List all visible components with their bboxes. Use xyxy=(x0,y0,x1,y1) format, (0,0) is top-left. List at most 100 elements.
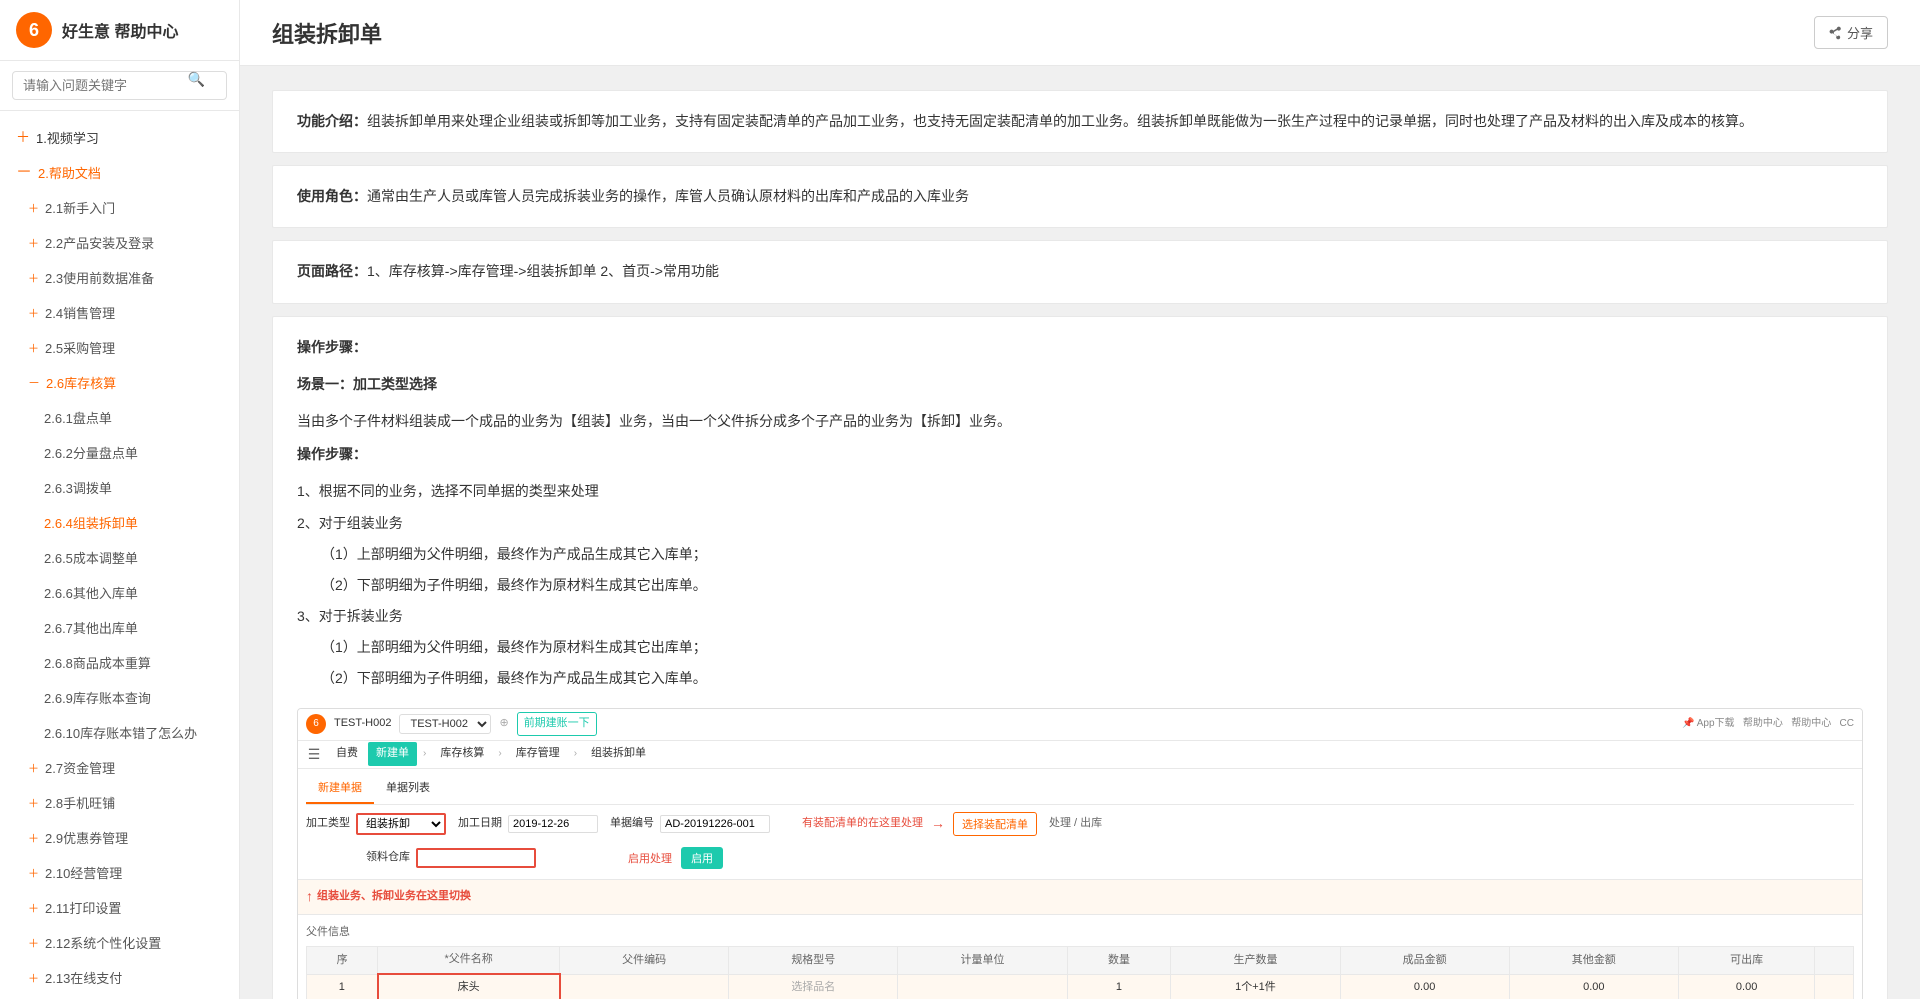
col-other-amt: 其他金额 xyxy=(1509,947,1678,974)
col-spec: 规格型号 xyxy=(729,947,898,974)
brand-title: 好生意 帮助中心 xyxy=(62,18,178,42)
app-breadcrumb-sep2: › xyxy=(498,745,501,763)
expand-icon: ＋ xyxy=(28,795,39,811)
sidebar-item-docs-211[interactable]: ＋ 2.11打印设置 xyxy=(0,890,239,925)
path-card: 页面路径：1、库存核算->库存管理->组装拆卸单 2、首页->常用功能 xyxy=(272,240,1888,303)
step3-sub2: （2）下部明细为子件明细，最终作为产成品生成其它入库单。 xyxy=(297,666,1863,691)
app-enable-btn[interactable]: 启用 xyxy=(681,847,723,869)
sidebar-item-docs-23[interactable]: ＋ 2.3使用前数据准备 xyxy=(0,260,239,295)
share-button[interactable]: 分享 xyxy=(1814,16,1888,49)
app-upper-table-header: 父件信息 xyxy=(306,919,1854,947)
sidebar-item-docs-210[interactable]: ＋ 2.10经营管理 xyxy=(0,855,239,890)
sidebar-item-docs[interactable]: － 2.帮助文档 xyxy=(0,155,239,190)
sidebar-item-docs-21[interactable]: ＋ 2.1新手入门 xyxy=(0,190,239,225)
col-parent-name: *父件名称 xyxy=(378,947,560,974)
col-avail: 可出库 xyxy=(1678,947,1815,974)
app-bill-input[interactable] xyxy=(660,815,770,833)
sidebar-item-docs-22[interactable]: ＋ 2.2产品安装及登录 xyxy=(0,225,239,260)
search-icon[interactable]: 🔍 xyxy=(188,71,205,88)
table-row: 1 床头 选择品名 1 1个+1件 0.00 0.00 0.00 xyxy=(307,974,1854,999)
step2: 2、对于组装业务 xyxy=(297,511,1863,536)
app-form-row2: 领料仓库 启用处理 启用 xyxy=(306,843,1854,874)
cell-prod-amt: 0.00 xyxy=(1340,974,1509,999)
sidebar-item-docs-28[interactable]: ＋ 2.8手机旺铺 xyxy=(0,785,239,820)
app-menu-assembly[interactable]: 组装拆卸单 xyxy=(583,742,654,766)
app-menu-inventory[interactable]: 库存核算 xyxy=(432,742,492,766)
ops-card: 操作步骤： 场景一：加工类型选择 当由多个子件材料组装成一个成品的业务为【组装】… xyxy=(272,316,1888,999)
sidebar: 6 好生意 帮助中心 🔍 ＋ 1.视频学习 － 2.帮助文档 ＋ 2.1新手入门… xyxy=(0,0,240,999)
sidebar-item-video[interactable]: ＋ 1.视频学习 xyxy=(0,119,239,155)
sidebar-item-docs-267[interactable]: 2.6.7其他出库单 xyxy=(0,610,239,645)
app-tab-list[interactable]: 单据列表 xyxy=(374,775,442,805)
sidebar-item-docs-264[interactable]: 2.6.4组装拆卸单 xyxy=(0,505,239,540)
expand-icon: ＋ xyxy=(28,760,39,776)
app-tabs: 新建单据 单据列表 xyxy=(306,775,1854,806)
app-menu-stock-mgmt[interactable]: 库存管理 xyxy=(508,742,568,766)
col-ops xyxy=(1815,947,1854,974)
sidebar-header: 6 好生意 帮助中心 xyxy=(0,0,239,61)
ops-label: 操作步骤： xyxy=(297,335,1863,360)
sidebar-item-docs-29[interactable]: ＋ 2.9优惠券管理 xyxy=(0,820,239,855)
expand-icon: ＋ xyxy=(28,900,39,916)
app-field-date: 加工日期 xyxy=(458,814,598,834)
cell-other-amt: 0.00 xyxy=(1509,974,1678,999)
app-type-label: 加工类型 xyxy=(306,814,350,834)
app-form-toolbar: 新建单据 单据列表 加工类型 组装拆卸 xyxy=(298,769,1862,881)
expand-icon: ＋ xyxy=(28,970,39,986)
app-menu-zifei[interactable]: 自费 xyxy=(328,742,366,766)
path-text: 1、库存核算->库存管理->组装拆卸单 2、首页->常用功能 xyxy=(367,263,719,279)
sidebar-item-docs-262[interactable]: 2.6.2分量盘点单 xyxy=(0,435,239,470)
sidebar-item-docs-27[interactable]: ＋ 2.7资金管理 xyxy=(0,750,239,785)
expand-icon: ＋ xyxy=(28,200,39,216)
sidebar-item-docs-268[interactable]: 2.6.8商品成本重算 xyxy=(0,645,239,680)
cell-seq: 1 xyxy=(307,974,378,999)
app-date-input[interactable] xyxy=(508,815,598,833)
col-seq: 序 xyxy=(307,947,378,974)
cell-spec: 选择品名 xyxy=(729,974,898,999)
app-warehouse-label: 领料仓库 xyxy=(366,848,410,868)
cell-unit xyxy=(898,974,1067,999)
app-company: TEST-H002 xyxy=(334,714,391,734)
col-qty: 数量 xyxy=(1067,947,1171,974)
sidebar-item-docs-263[interactable]: 2.6.3调拨单 xyxy=(0,470,239,505)
app-warehouse-input[interactable] xyxy=(416,848,536,868)
cell-avail: 0.00 xyxy=(1678,974,1815,999)
app-icon-row: 📌 App下载 帮助中心 帮助中心 CC xyxy=(1682,715,1854,733)
app-doc-btn[interactable]: 前期建账一下 xyxy=(517,712,597,736)
app-upper-table: 序 *父件名称 父件编码 规格型号 计量单位 数量 生产数量 成品金额 其他金额 xyxy=(306,946,1854,999)
annotation3-text: 启用处理 xyxy=(628,853,672,865)
sidebar-item-docs-25[interactable]: ＋ 2.5采购管理 xyxy=(0,330,239,365)
sidebar-item-docs-213[interactable]: ＋ 2.13在线支付 xyxy=(0,960,239,995)
cell-parent-code xyxy=(560,974,729,999)
sidebar-item-docs-214[interactable]: ＋ 2.14常见问题 xyxy=(0,995,239,999)
main-header: 组装拆卸单 分享 xyxy=(240,0,1920,66)
sidebar-item-docs-266[interactable]: 2.6.6其他入库单 xyxy=(0,575,239,610)
sidebar-item-docs-24[interactable]: ＋ 2.4销售管理 xyxy=(0,295,239,330)
app-type-annotation: ↑ 组装业务、拆卸业务在这里切换 xyxy=(298,880,1862,914)
cell-parent-name[interactable]: 床头 xyxy=(378,974,560,999)
scene1-label: 场景一：加工类型选择 xyxy=(297,372,1863,397)
app-field-type: 加工类型 组装拆卸 xyxy=(306,813,446,835)
app-company-dropdown[interactable]: TEST-H002 xyxy=(399,714,491,734)
app-date-label: 加工日期 xyxy=(458,814,502,834)
sidebar-item-docs-269[interactable]: 2.6.9库存账本查询 xyxy=(0,680,239,715)
sidebar-item-docs-265[interactable]: 2.6.5成本调整单 xyxy=(0,540,239,575)
step3: 3、对于拆装业务 xyxy=(297,604,1863,629)
app-nav-icon[interactable]: ☰ xyxy=(302,742,326,767)
app-type-select[interactable]: 组装拆卸 xyxy=(356,813,446,835)
app-form-row1: 加工类型 组装拆卸 加工日期 单据编号 xyxy=(306,805,1854,842)
app-tab-new[interactable]: 新建单据 xyxy=(306,775,374,805)
app-menu-new[interactable]: 新建单 xyxy=(368,742,417,766)
path-label: 页面路径： xyxy=(297,263,367,279)
sidebar-item-docs-212[interactable]: ＋ 2.12系统个性化设置 xyxy=(0,925,239,960)
app-bom-btn[interactable]: 选择装配清单 xyxy=(953,812,1037,836)
col-prod-qty: 生产数量 xyxy=(1171,947,1340,974)
col-unit: 计量单位 xyxy=(898,947,1067,974)
logo-icon: 6 xyxy=(16,12,52,48)
sidebar-item-docs-261[interactable]: 2.6.1盘点单 xyxy=(0,400,239,435)
sidebar-item-docs-26[interactable]: － 2.6库存核算 xyxy=(0,365,239,400)
role-text: 通常由生产人员或库管人员完成拆装业务的操作，库管人员确认原材料的出库和产成品的入… xyxy=(367,188,969,204)
page-title: 组装拆卸单 xyxy=(272,17,382,49)
sidebar-item-docs-2610[interactable]: 2.6.10库存账本错了怎么办 xyxy=(0,715,239,750)
col-parent-code: 父件编码 xyxy=(560,947,729,974)
